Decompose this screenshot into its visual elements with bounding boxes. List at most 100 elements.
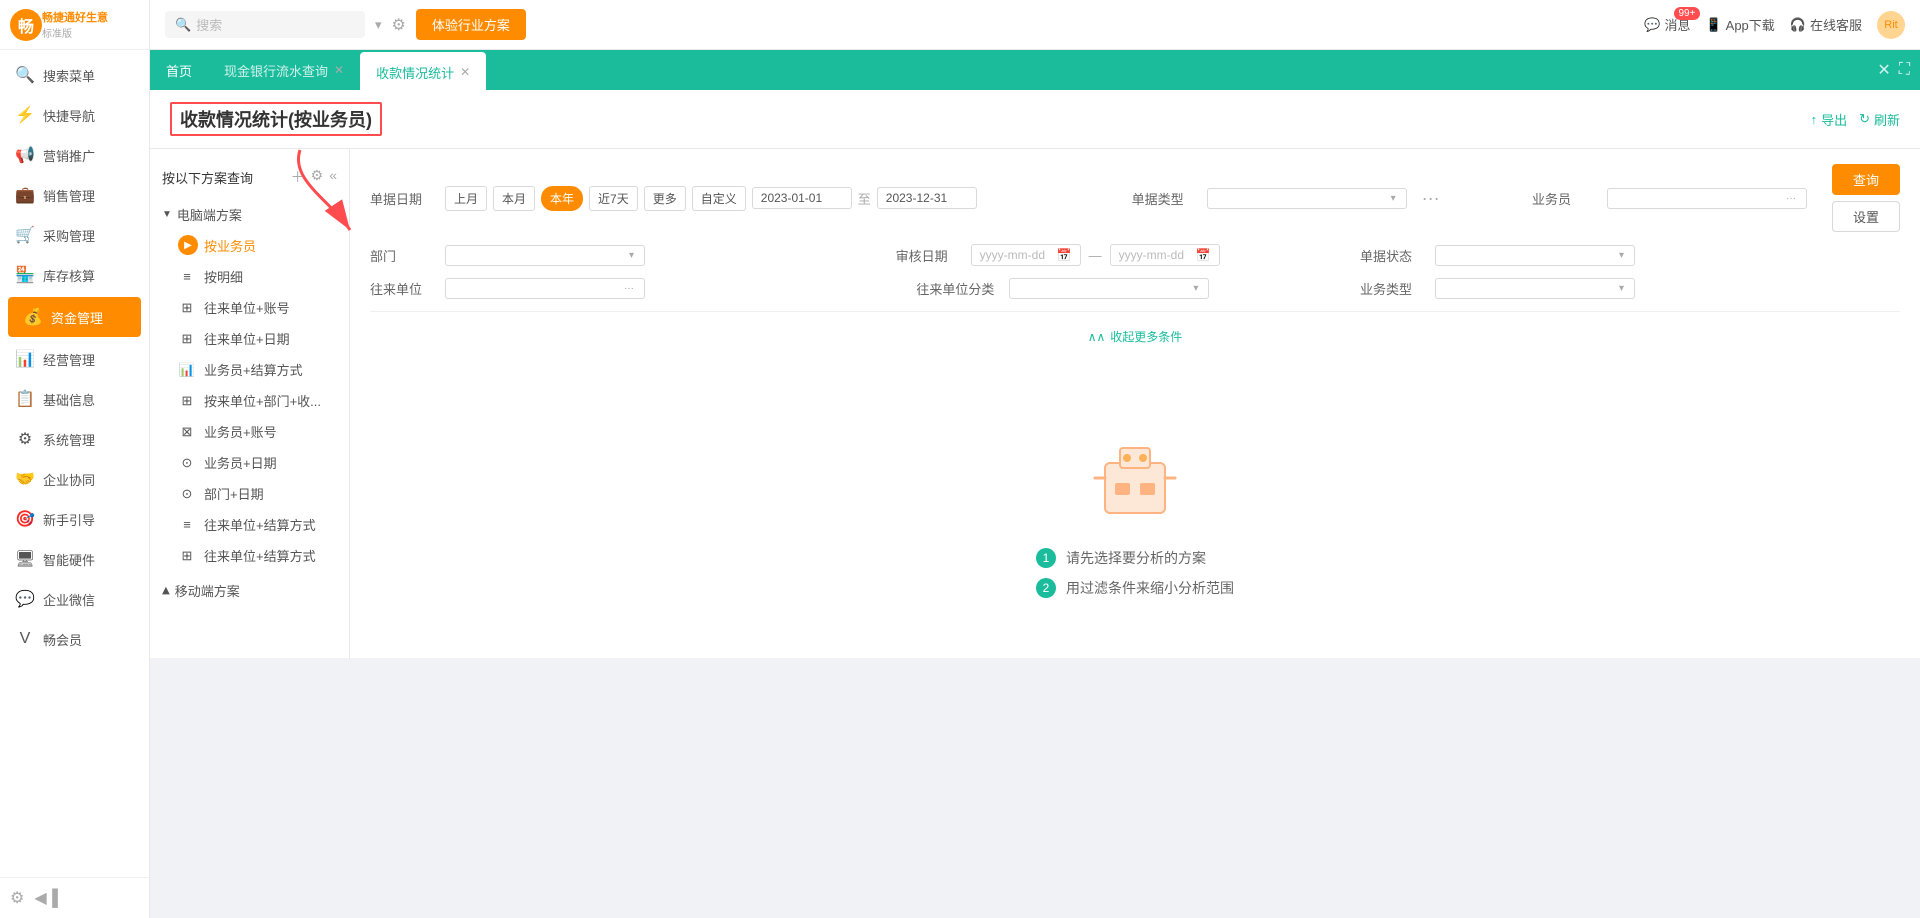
logo-name: 畅捷通好生意: [42, 9, 108, 25]
audit-end-input[interactable]: yyyy-mm-dd 📅: [1110, 244, 1220, 266]
scheme-mobile-header[interactable]: ▶ 移动端方案: [150, 576, 349, 605]
sidebar-nav: 🔍 搜索菜单 ⚡ 快捷导航 📢 营销推广 💼 销售管理 🛒 采购管理 🏪: [0, 50, 149, 877]
sidebar-item-system[interactable]: ⚙ 系统管理: [0, 419, 149, 459]
date-btn-this-year[interactable]: 本年: [541, 186, 583, 211]
sidebar-item-hardware[interactable]: 🖥 智能硬件: [0, 539, 149, 579]
counterpart-settlement-label: 往来单位+结算方式: [204, 515, 316, 534]
date-start-input[interactable]: 2023-01-01: [752, 187, 852, 209]
tab-collection-stats-close[interactable]: ✕: [460, 65, 470, 79]
sidebar-item-purchase[interactable]: 🛒 采购管理: [0, 215, 149, 255]
basic-icon: 📋: [15, 389, 35, 409]
sidebar-item-wechat[interactable]: 💬 企业微信: [0, 579, 149, 619]
app-download-btn[interactable]: 📱 App下载: [1705, 15, 1774, 34]
counterpart-date-label: 往来单位+日期: [204, 329, 290, 348]
sidebar-item-search[interactable]: 🔍 搜索菜单: [0, 55, 149, 95]
scheme-item-counterpart-settlement2[interactable]: ⊞ 往来单位+结算方式: [150, 540, 349, 571]
counterpart-cat-dropdown[interactable]: ▾: [1009, 278, 1209, 299]
scheme-item-by-detail[interactable]: ≡ 按明细: [150, 261, 349, 292]
staff-label: 业务员: [1532, 189, 1592, 208]
fullscreen-btn[interactable]: ⛶: [1899, 61, 1910, 79]
scheme-header: 按以下方案查询 ＋ ⚙ «: [150, 159, 349, 195]
refresh-btn[interactable]: ↻ 刷新: [1859, 110, 1900, 129]
online-service-btn[interactable]: 🎧 在线客服: [1790, 15, 1862, 34]
sidebar-item-marketing[interactable]: 📢 营销推广: [0, 135, 149, 175]
export-icon: ↑: [1811, 112, 1818, 127]
staff-dropdown[interactable]: ···: [1607, 188, 1807, 209]
sidebar-item-label: 畅会员: [43, 630, 82, 649]
tab-collection-stats-label: 收款情况统计: [376, 63, 454, 82]
counterpart-settlement2-icon: ⊞: [178, 547, 196, 565]
unit-dept-label: 按来单位+部门+收...: [204, 391, 321, 410]
sidebar-item-sales[interactable]: 💼 销售管理: [0, 175, 149, 215]
scheme-add-btn[interactable]: ＋: [291, 167, 305, 187]
scheme-desktop-header[interactable]: ▼ 电脑端方案: [150, 200, 349, 229]
scheme-item-staff-date[interactable]: ⊙ 业务员+日期: [150, 447, 349, 478]
biz-type-dropdown[interactable]: ▾: [1435, 278, 1635, 299]
calendar-icon-end: 📅: [1196, 248, 1211, 262]
counterpart-label: 往来单位: [370, 279, 430, 298]
sidebar-item-label: 智能硬件: [43, 550, 95, 569]
date-btn-custom[interactable]: 自定义: [692, 186, 746, 211]
scheme-item-unit-dept[interactable]: ⊞ 按来单位+部门+收...: [150, 385, 349, 416]
date-btn-this-month[interactable]: 本月: [493, 186, 535, 211]
date-btn-7days[interactable]: 近7天: [589, 186, 638, 211]
scheme-settings-btn[interactable]: ⚙: [311, 167, 324, 187]
sidebar-item-label: 销售管理: [43, 186, 95, 205]
tab-home[interactable]: 首页: [150, 50, 208, 90]
search-box[interactable]: 🔍 搜索: [165, 11, 365, 38]
topbar: 🔍 搜索 ▾ ⚙ 体验行业方案 💬 消息 99+ 📱 App下载 🎧 在线客服: [150, 0, 1920, 50]
enterprise-icon: 🤝: [15, 469, 35, 489]
scheme-item-staff-settlement[interactable]: 📊 业务员+结算方式: [150, 354, 349, 385]
filter-row-3: 往来单位 ··· 往来单位分类 ▾: [370, 278, 1900, 299]
dept-dropdown[interactable]: ▾: [445, 245, 645, 266]
collapse-icon: ∧∧: [1088, 330, 1106, 344]
date-buttons: 上月 本月 本年 近7天 更多 自定义 2023-01-01 至 2023-12…: [445, 186, 977, 211]
sidebar-item-inventory[interactable]: 🏪 库存核算: [0, 255, 149, 295]
scheme-item-counterpart-account[interactable]: ⊞ 往来单位+账号: [150, 292, 349, 323]
sidebar-item-member[interactable]: V 畅会员: [0, 619, 149, 659]
settings-btn[interactable]: 设置: [1832, 201, 1900, 232]
gear-icon[interactable]: ⚙: [392, 15, 406, 35]
tab-bank-flow-close[interactable]: ✕: [334, 63, 344, 77]
user-avatar[interactable]: Rit: [1877, 11, 1905, 39]
collapse-btn[interactable]: ∧∧ 收起更多条件: [370, 320, 1900, 353]
scheme-collapse-btn[interactable]: «: [329, 167, 337, 187]
sidebar-collapse-btn[interactable]: ◀▐: [34, 888, 58, 908]
query-btn[interactable]: 查询: [1832, 164, 1900, 195]
trial-btn[interactable]: 体验行业方案: [416, 9, 526, 40]
close-all-btn[interactable]: ✕: [1877, 60, 1890, 80]
dropdown-chevron[interactable]: ▾: [375, 17, 382, 33]
date-btn-last-month[interactable]: 上月: [445, 186, 487, 211]
date-end-input[interactable]: 2023-12-31: [877, 187, 977, 209]
scheme-item-dept-date[interactable]: ⊙ 部门+日期: [150, 478, 349, 509]
doc-type-dropdown[interactable]: ▾: [1207, 188, 1407, 209]
sidebar-item-basic[interactable]: 📋 基础信息: [0, 379, 149, 419]
tab-bank-flow[interactable]: 现金银行流水查询 ✕: [208, 50, 360, 90]
sidebar-item-label: 库存核算: [43, 266, 95, 285]
counterpart-settlement2-label: 往来单位+结算方式: [204, 546, 316, 565]
sidebar-item-guide[interactable]: 🎯 新手引导: [0, 499, 149, 539]
counterpart-dropdown[interactable]: ···: [445, 278, 645, 299]
doc-status-chevron: ▾: [1619, 250, 1624, 261]
scheme-item-staff-account[interactable]: ⊠ 业务员+账号: [150, 416, 349, 447]
messages-btn[interactable]: 💬 消息 99+: [1644, 15, 1690, 34]
tab-collection-stats[interactable]: 收款情况统计 ✕: [360, 52, 486, 92]
scheme-item-counterpart-settlement[interactable]: ≡ 往来单位+结算方式: [150, 509, 349, 540]
sidebar-settings-btn[interactable]: ⚙: [10, 888, 24, 908]
date-btn-more[interactable]: 更多: [644, 186, 686, 211]
sidebar-item-enterprise[interactable]: 🤝 企业协同: [0, 459, 149, 499]
scheme-item-counterpart-date[interactable]: ⊞ 往来单位+日期: [150, 323, 349, 354]
doc-type-more-btn[interactable]: ···: [1422, 188, 1440, 209]
scheme-item-by-staff[interactable]: ▶ 按业务员: [150, 229, 349, 261]
staff-date-label: 业务员+日期: [204, 453, 277, 472]
calendar-icon-start: 📅: [1057, 248, 1072, 262]
sidebar-item-quicknav[interactable]: ⚡ 快捷导航: [0, 95, 149, 135]
main-area: 🔍 搜索 ▾ ⚙ 体验行业方案 💬 消息 99+ 📱 App下载 🎧 在线客服: [150, 0, 1920, 918]
audit-start-input[interactable]: yyyy-mm-dd 📅: [971, 244, 1081, 266]
counterpart-account-label: 往来单位+账号: [204, 298, 290, 317]
doc-status-dropdown[interactable]: ▾: [1435, 245, 1635, 266]
logo-badge: 标准版: [42, 25, 108, 40]
sidebar-item-operations[interactable]: 📊 经营管理: [0, 339, 149, 379]
sidebar-item-capital[interactable]: 💰 资金管理: [8, 297, 141, 337]
export-btn[interactable]: ↑ 导出: [1811, 110, 1848, 129]
